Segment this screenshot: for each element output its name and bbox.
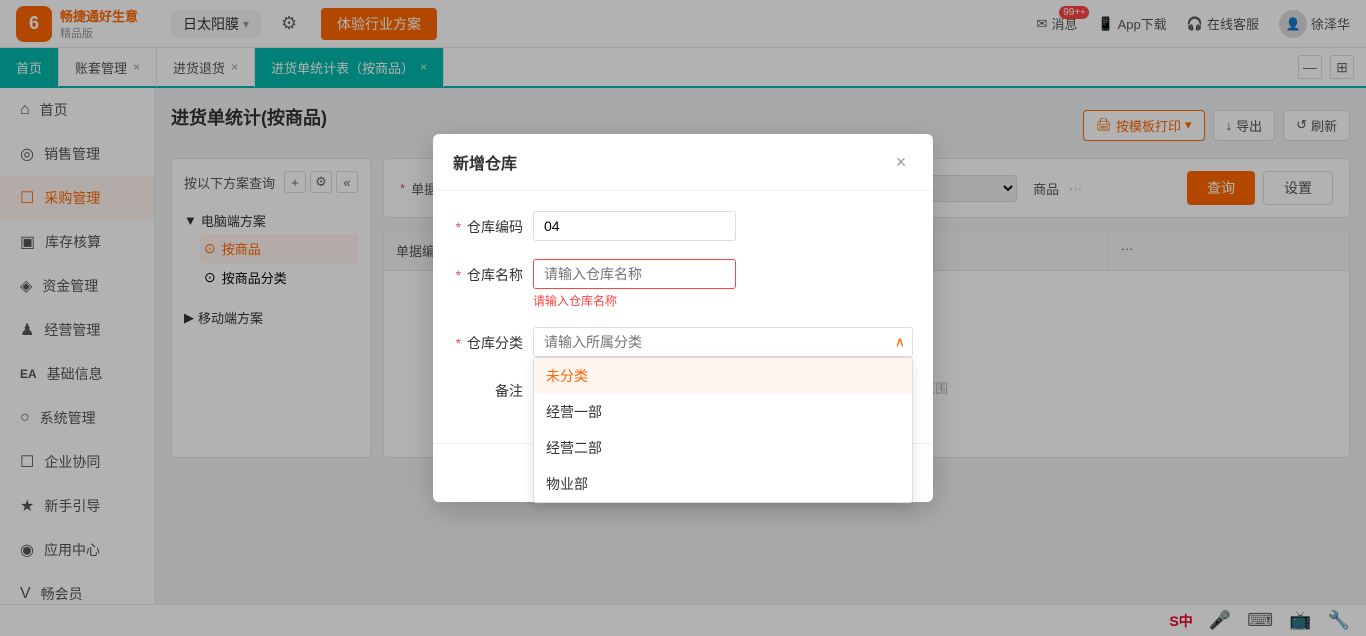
form-label-category: * 仓库分类 [453, 327, 533, 353]
modal-overlay: 新增仓库 × * 仓库编码 * 仓库名称 [0, 0, 1366, 636]
form-code-wrap [533, 211, 913, 241]
form-label-name: * 仓库名称 [453, 259, 533, 285]
modal-body: * 仓库编码 * 仓库名称 请输入仓库名称 [433, 191, 933, 443]
category-dropdown: ∧ 未分类 经营一部 经营二部 物业部 [533, 327, 913, 357]
form-row-name: * 仓库名称 请输入仓库名称 [453, 259, 913, 309]
dropdown-option-dept2[interactable]: 经营二部 [534, 430, 912, 466]
modal-close-button[interactable]: × [889, 150, 913, 174]
modal-title: 新增仓库 [453, 150, 517, 174]
name-input[interactable] [533, 259, 736, 289]
modal-new-warehouse: 新增仓库 × * 仓库编码 * 仓库名称 [433, 134, 933, 502]
form-label-note: 备注 [453, 375, 533, 401]
name-error: 请输入仓库名称 [533, 292, 913, 309]
modal-header: 新增仓库 × [433, 134, 933, 191]
form-row-code: * 仓库编码 [453, 211, 913, 241]
dropdown-option-dept1[interactable]: 经营一部 [534, 394, 912, 430]
form-name-wrap: 请输入仓库名称 [533, 259, 913, 309]
dropdown-option-uncategorized[interactable]: 未分类 [534, 358, 912, 394]
code-input[interactable] [533, 211, 736, 241]
form-row-category: * 仓库分类 ∧ 未分类 经营一部 经营二部 物业部 [453, 327, 913, 357]
category-input[interactable] [533, 327, 913, 357]
form-label-code: * 仓库编码 [453, 211, 533, 237]
dropdown-option-property[interactable]: 物业部 [534, 466, 912, 502]
category-dropdown-list: 未分类 经营一部 经营二部 物业部 [533, 357, 913, 503]
